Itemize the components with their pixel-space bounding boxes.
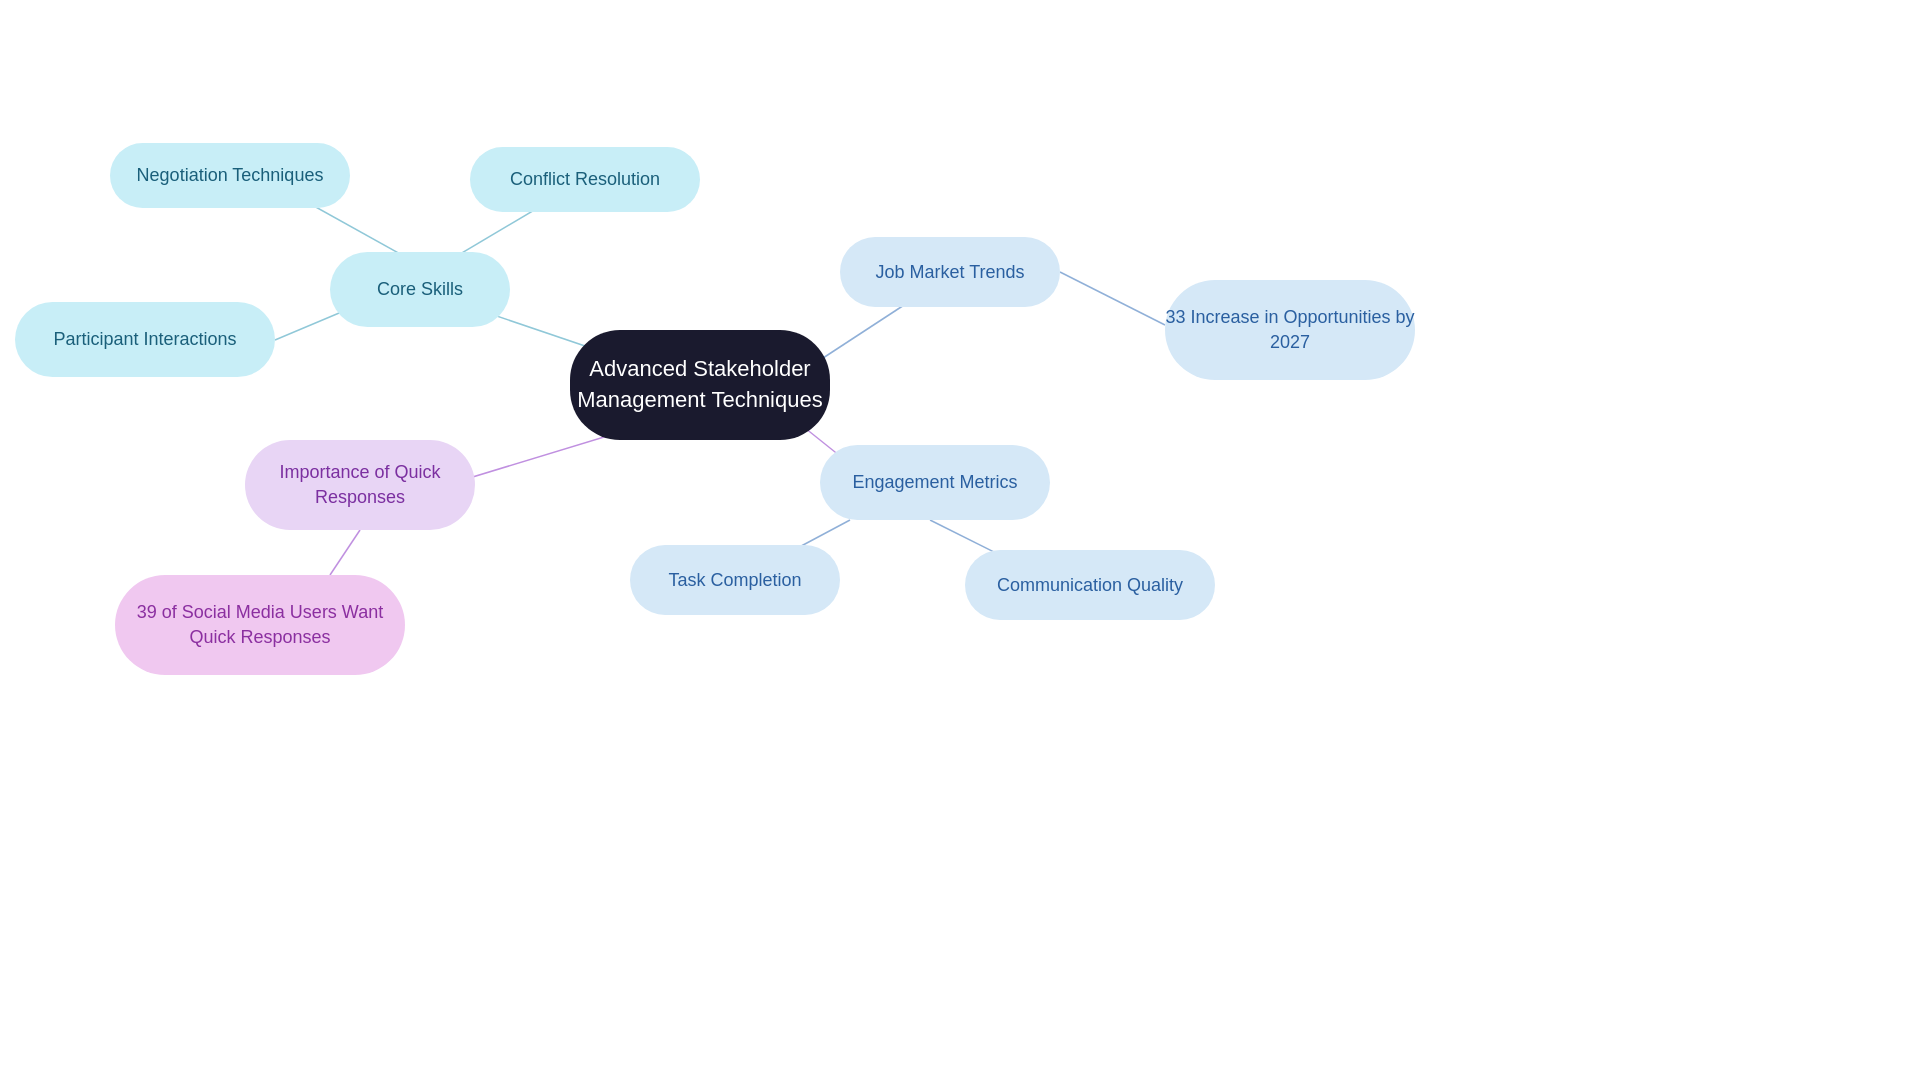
communication-quality-node[interactable]: Communication Quality: [965, 550, 1215, 620]
core-skills-label: Core Skills: [377, 279, 463, 300]
core-skills-node[interactable]: Core Skills: [330, 252, 510, 327]
comm-quality-label: Communication Quality: [997, 575, 1183, 596]
central-node: Advanced Stakeholder Management Techniqu…: [570, 330, 830, 440]
increase-opportunities-node[interactable]: 33 Increase in Opportunities by 2027: [1165, 280, 1415, 380]
svg-line-5: [330, 530, 360, 575]
conflict-resolution-node[interactable]: Conflict Resolution: [470, 147, 700, 212]
quick-response-node[interactable]: Importance of Quick Responses: [245, 440, 475, 530]
negotiation-label: Negotiation Techniques: [137, 165, 324, 186]
participant-interactions-node[interactable]: Participant Interactions: [15, 302, 275, 377]
participant-label: Participant Interactions: [53, 329, 236, 350]
quick-response-label: Importance of Quick Responses: [279, 460, 440, 510]
conflict-label: Conflict Resolution: [510, 169, 660, 190]
increase-label: 33 Increase in Opportunities by 2027: [1165, 305, 1414, 355]
svg-line-10: [1060, 272, 1165, 325]
social-media-label: 39 of Social Media Users Want Quick Resp…: [137, 600, 383, 650]
negotiation-node[interactable]: Negotiation Techniques: [110, 143, 350, 208]
social-media-node[interactable]: 39 of Social Media Users Want Quick Resp…: [115, 575, 405, 675]
job-market-label: Job Market Trends: [875, 262, 1024, 283]
task-completion-node[interactable]: Task Completion: [630, 545, 840, 615]
job-market-trends-node[interactable]: Job Market Trends: [840, 237, 1060, 307]
engagement-label: Engagement Metrics: [852, 472, 1017, 493]
central-label: Advanced Stakeholder Management Techniqu…: [577, 354, 822, 416]
engagement-metrics-node[interactable]: Engagement Metrics: [820, 445, 1050, 520]
task-completion-label: Task Completion: [668, 570, 801, 591]
